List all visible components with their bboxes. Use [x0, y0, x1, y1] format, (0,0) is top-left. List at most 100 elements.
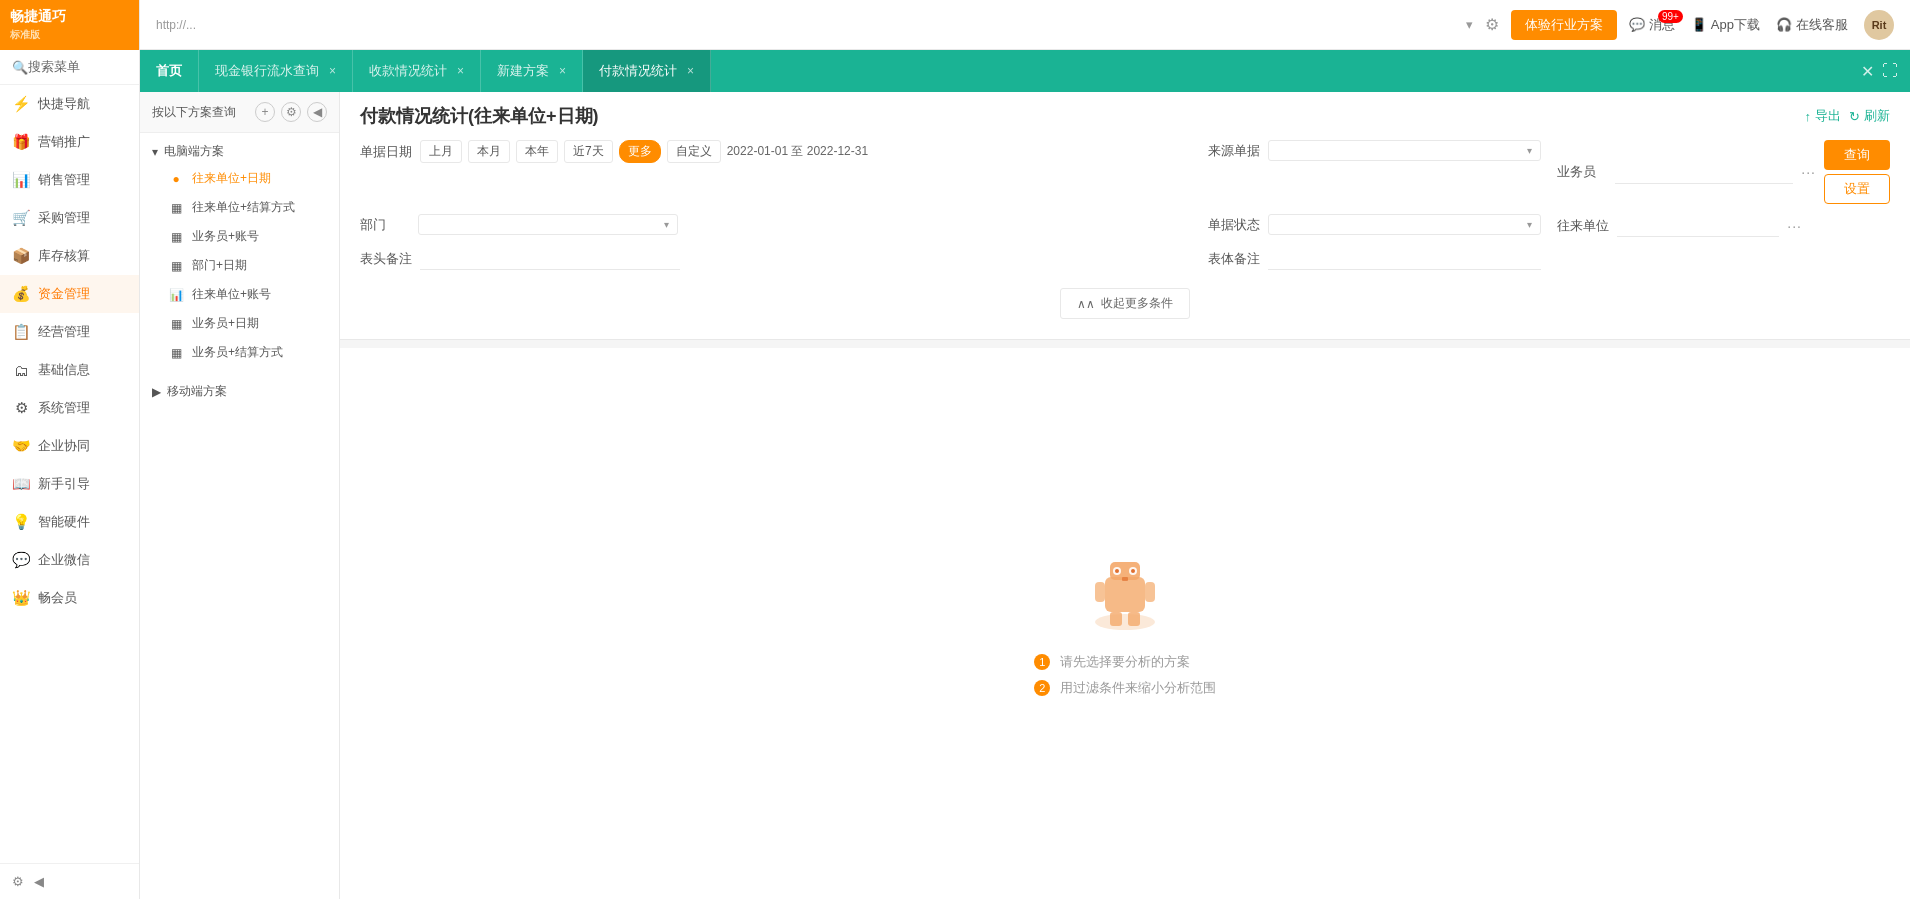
sidebar-item-basic[interactable]: 🗂基础信息	[0, 351, 139, 389]
sidebar-item-system[interactable]: ⚙系统管理	[0, 389, 139, 427]
trial-btn[interactable]: 体验行业方案	[1511, 10, 1617, 40]
date-custom[interactable]: 自定义	[667, 140, 721, 163]
mobile-group-title[interactable]: ▶ 移动端方案	[140, 379, 339, 404]
settings-btn[interactable]: 设置	[1824, 174, 1890, 204]
date-prev-month[interactable]: 上月	[420, 140, 462, 163]
source-label: 来源单据	[1208, 142, 1260, 160]
export-btn[interactable]: ↑ 导出	[1805, 107, 1842, 125]
topbar-service[interactable]: 🎧 在线客服	[1776, 16, 1848, 34]
date-cur-year[interactable]: 本年	[516, 140, 558, 163]
desktop-group-title[interactable]: ▾ 电脑端方案	[140, 139, 339, 164]
salesman-input[interactable]	[1615, 161, 1793, 184]
scheme-item-staff-settlement[interactable]: ▦ 业务员+结算方式	[140, 338, 339, 367]
refresh-btn[interactable]: ↻ 刷新	[1849, 107, 1890, 125]
staff-settlement-label: 业务员+结算方式	[192, 344, 283, 361]
tab-receipt-stat[interactable]: 收款情况统计×	[353, 50, 481, 92]
topbar-msg[interactable]: 💬 消息 99+	[1629, 16, 1675, 34]
sidebar-search[interactable]: 🔍 搜索菜单	[0, 50, 139, 85]
sales-icon: 📊	[12, 171, 30, 189]
tab-label-bank-flow: 现金银行流水查询	[215, 62, 319, 80]
sidebar-item-wechat[interactable]: 💬企业微信	[0, 541, 139, 579]
scheme-item-unit-date[interactable]: ●往来单位+日期	[140, 164, 339, 193]
sidebar-nav: ⚡快捷导航 🎁 营销推广 📊 销售管理 🛒采购管理📦库存核算💰资金管理📋经营管理🗂基础信息…	[0, 85, 139, 617]
topbar-dropdown-icon[interactable]: ▾	[1466, 17, 1473, 32]
inventory-label: 库存核算	[38, 247, 90, 265]
date-7days[interactable]: 近7天	[564, 140, 613, 163]
purchase-label: 采购管理	[38, 209, 90, 227]
salesman-col: 业务员 ··· 查询 设置	[1557, 140, 1890, 204]
headset-icon: 🎧	[1776, 17, 1792, 32]
wechat-icon: 💬	[12, 551, 30, 569]
sidebar-item-purchase[interactable]: 🛒采购管理	[0, 199, 139, 237]
sidebar-item-enterprise[interactable]: 🤝企业协同	[0, 427, 139, 465]
basic-label: 基础信息	[38, 361, 90, 379]
sidebar-item-member[interactable]: 👑畅会员	[0, 579, 139, 617]
tab-label-new-scheme: 新建方案	[497, 62, 549, 80]
unit-account-icon: 📊	[168, 287, 184, 303]
service-label: 在线客服	[1796, 16, 1848, 34]
scheme-item-staff-account[interactable]: ▦业务员+账号	[140, 222, 339, 251]
source-select[interactable]: ▾	[1268, 140, 1541, 161]
scheme-item-staff-date[interactable]: ▦业务员+日期	[140, 309, 339, 338]
topbar-gear-icon[interactable]: ⚙	[1485, 15, 1499, 34]
logo-sub: 标准版	[10, 28, 66, 42]
filter-row-1: 单据日期 上月 本月 本年 近7天 更多 自定义 2022-01-01 至 20…	[360, 140, 1890, 204]
footer-collapse-icon[interactable]: ◀	[34, 874, 44, 889]
collapse-panel-btn[interactable]: ◀	[307, 102, 327, 122]
dept-select[interactable]: ▾	[418, 214, 678, 235]
tab-close-payment-stat[interactable]: ×	[687, 64, 694, 78]
partner-dots[interactable]: ···	[1787, 218, 1802, 234]
tab-close-bank-flow[interactable]: ×	[329, 64, 336, 78]
system-icon: ⚙	[12, 399, 30, 417]
tab-close-receipt-stat[interactable]: ×	[457, 64, 464, 78]
sidebar-item-operation[interactable]: 📋经营管理	[0, 313, 139, 351]
source-dropdown-icon: ▾	[1527, 145, 1532, 156]
body-note-input[interactable]	[1268, 247, 1541, 270]
svg-rect-9	[1145, 582, 1155, 602]
salesman-dots[interactable]: ···	[1801, 164, 1816, 180]
tab-payment-stat[interactable]: 付款情况统计×	[583, 50, 711, 92]
tab-close-new-scheme[interactable]: ×	[559, 64, 566, 78]
tip1-text: 请先选择要分析的方案	[1060, 654, 1190, 669]
empty-illustration: 1 请先选择要分析的方案 2 用过滤条件来缩小分析范围	[1034, 547, 1216, 701]
avatar[interactable]: Rit	[1864, 10, 1894, 40]
header-note-input[interactable]	[420, 247, 680, 270]
tab-home[interactable]: 首页	[140, 50, 199, 92]
marketing-icon: 🎁	[12, 133, 30, 151]
svg-rect-8	[1095, 582, 1105, 602]
sidebar-item-inventory[interactable]: 📦库存核算	[0, 237, 139, 275]
partner-input[interactable]	[1617, 214, 1779, 237]
date-label: 单据日期	[360, 143, 412, 161]
add-scheme-btn[interactable]: +	[255, 102, 275, 122]
sidebar-item-quick-nav[interactable]: ⚡快捷导航	[0, 85, 139, 123]
content-area: 1 请先选择要分析的方案 2 用过滤条件来缩小分析范围	[340, 348, 1910, 899]
sidebar-item-finance[interactable]: 💰资金管理	[0, 275, 139, 313]
scheme-item-unit-settlement[interactable]: ▦往来单位+结算方式	[140, 193, 339, 222]
status-select[interactable]: ▾	[1268, 214, 1541, 235]
tab-bank-flow[interactable]: 现金银行流水查询 ×	[199, 50, 353, 92]
close-all-icon[interactable]: ✕	[1861, 62, 1874, 81]
sidebar-item-hardware[interactable]: 💡智能硬件	[0, 503, 139, 541]
topbar-app[interactable]: 📱 App下载	[1691, 16, 1760, 34]
scheme-item-unit-account[interactable]: 📊往来单位+账号	[140, 280, 339, 309]
desktop-group-label: 电脑端方案	[164, 143, 224, 160]
tab-new-scheme[interactable]: 新建方案 ×	[481, 50, 583, 92]
marketing-label: 营销推广	[38, 133, 90, 151]
status-label: 单据状态	[1208, 216, 1260, 234]
scheme-item-dept-date[interactable]: ▦部门+日期	[140, 251, 339, 280]
sidebar-item-sales[interactable]: 📊 销售管理	[0, 161, 139, 199]
scheme-settings-btn[interactable]: ⚙	[281, 102, 301, 122]
query-btn[interactable]: 查询	[1824, 140, 1890, 170]
dept-col: 部门 ▾	[360, 214, 1192, 235]
date-more[interactable]: 更多	[619, 140, 661, 163]
date-cur-month[interactable]: 本月	[468, 140, 510, 163]
sidebar-item-guide[interactable]: 📖新手引导	[0, 465, 139, 503]
source-col: 来源单据 ▾	[1208, 140, 1541, 161]
collapse-conditions-btn[interactable]: ∧∧ 收起更多条件	[1060, 288, 1190, 319]
staff-settlement-icon: ▦	[168, 345, 184, 361]
filter-area: 付款情况统计(往来单位+日期) ↑ 导出 ↻ 刷新	[340, 92, 1910, 340]
sales-label: 销售管理	[38, 171, 90, 189]
footer-gear-icon[interactable]: ⚙	[12, 874, 24, 889]
sidebar-item-marketing[interactable]: 🎁 营销推广	[0, 123, 139, 161]
maximize-icon[interactable]: ⛶	[1882, 62, 1898, 80]
